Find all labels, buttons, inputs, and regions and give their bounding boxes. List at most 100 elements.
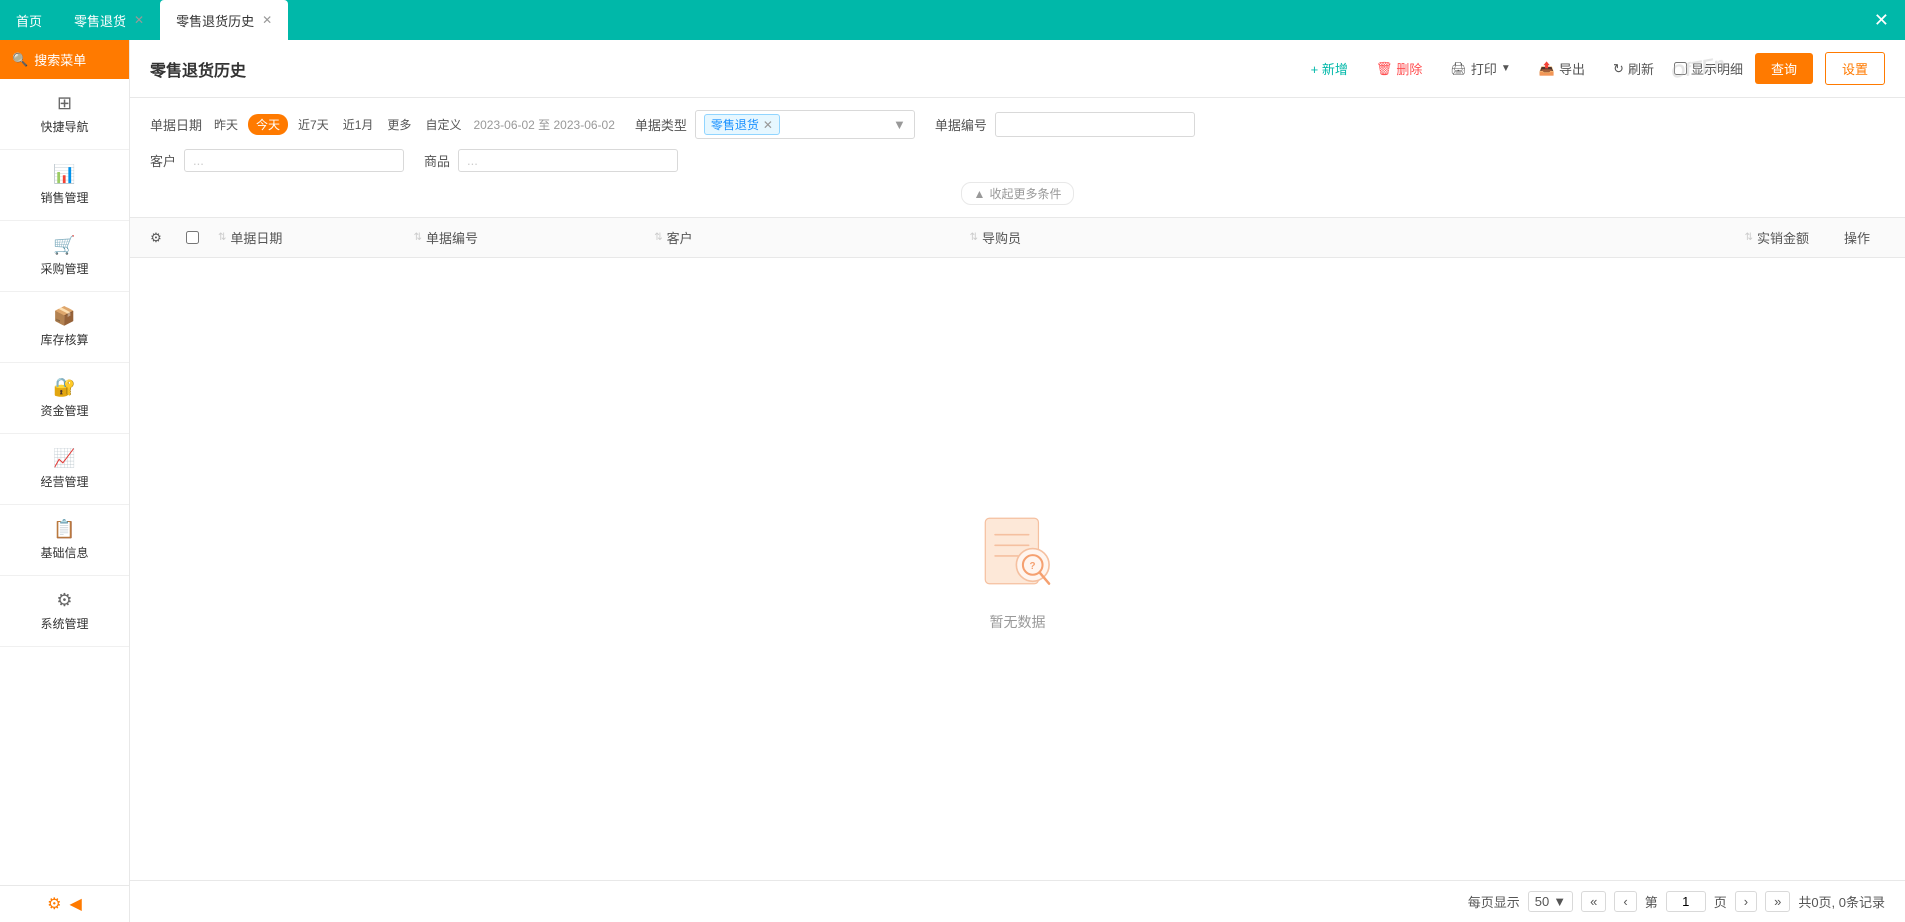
window-close-button[interactable]: ✕: [1858, 10, 1905, 31]
empty-state: ? 暂无数据: [130, 258, 1905, 880]
sidebar-item-quick-nav[interactable]: ⊞ 快捷导航: [0, 79, 129, 150]
type-filter-label: 单据类型: [635, 115, 687, 134]
date-shortcuts: 昨天 今天 近7天 近1月 更多 自定义: [210, 114, 465, 135]
select-all-checkbox[interactable]: [186, 231, 199, 244]
page-number-input[interactable]: [1666, 891, 1706, 912]
last-page-button[interactable]: »: [1765, 891, 1790, 912]
th-date: ⇅ 单据日期: [210, 228, 406, 247]
tab-retail-return-label: 零售退货: [74, 11, 126, 30]
filter-area: 单据日期 昨天 今天 近7天 近1月 更多 自定义 2023-06-02 至 2…: [130, 98, 1905, 218]
filter-goods: 商品 ...: [424, 149, 678, 172]
query-button[interactable]: 查询: [1755, 53, 1813, 84]
print-button[interactable]: 🖨 打印 ▼: [1442, 55, 1518, 82]
tab-home[interactable]: 首页: [0, 0, 58, 40]
sidebar-item-inventory-label: 库存核算: [40, 331, 88, 348]
goods-filter-label: 商品: [424, 151, 450, 170]
sidebar-item-inventory[interactable]: 📦 库存核算: [0, 292, 129, 363]
tab-retail-return-history-close[interactable]: ✕: [262, 13, 272, 27]
page-unit: 页: [1714, 892, 1727, 911]
print-label: 打印: [1471, 59, 1497, 78]
th-action-label: 操作: [1844, 228, 1870, 247]
sidebar-item-operation[interactable]: 📈 经营管理: [0, 434, 129, 505]
sidebar-item-finance[interactable]: 🔐 资金管理: [0, 363, 129, 434]
purchase-icon: 🛒: [53, 235, 75, 256]
goods-select[interactable]: ...: [458, 149, 678, 172]
prev-page-button[interactable]: ‹: [1614, 891, 1636, 912]
th-check[interactable]: [174, 231, 210, 244]
sidebar-item-system[interactable]: ⚙ 系统管理: [0, 576, 129, 647]
settings-button[interactable]: 设置: [1825, 52, 1885, 85]
sidebar-item-purchase[interactable]: 🛒 采购管理: [0, 221, 129, 292]
goods-placeholder: ...: [467, 153, 478, 168]
show-detail-label: 显示明细: [1691, 59, 1743, 78]
filter-number: 单据编号: [935, 112, 1195, 137]
sidebar-item-basic[interactable]: 📋 基础信息: [0, 505, 129, 576]
sidebar-item-basic-label: 基础信息: [40, 544, 88, 561]
tab-home-label: 首页: [16, 11, 42, 30]
page-title: 零售退货历史: [150, 57, 246, 81]
per-page-select[interactable]: 50 ▼: [1528, 891, 1573, 912]
collapse-sidebar-icon[interactable]: ◀: [70, 894, 82, 914]
tab-retail-return-history[interactable]: 零售退货历史 ✕: [160, 0, 288, 40]
pagination-bar: 每页显示 50 ▼ « ‹ 第 页 › » 共0页, 0条记录: [130, 880, 1905, 922]
tab-retail-return-history-label: 零售退货历史: [176, 11, 254, 30]
print-arrow-icon: ▼: [1501, 63, 1511, 74]
th-settings[interactable]: ⚙: [138, 230, 174, 246]
th-guide-sort-icon: ⇅: [970, 232, 978, 243]
customer-select[interactable]: ...: [184, 149, 404, 172]
new-button[interactable]: + 新增: [1303, 55, 1356, 82]
sidebar-bottom: ⚙ ◀: [0, 885, 129, 922]
shortcut-custom[interactable]: 自定义: [421, 114, 465, 135]
shortcut-1month[interactable]: 近1月: [339, 114, 378, 135]
sidebar-search[interactable]: 🔍 搜索菜单: [0, 40, 129, 79]
next-page-button[interactable]: ›: [1735, 891, 1757, 912]
th-number: ⇅ 单据编号: [406, 228, 647, 247]
shortcut-yesterday[interactable]: 昨天: [210, 114, 242, 135]
tab-list: 首页 零售退货 ✕ 零售退货历史 ✕: [0, 0, 1858, 40]
search-icon: 🔍: [12, 52, 28, 68]
shortcut-today[interactable]: 今天: [248, 114, 288, 135]
export-label: 导出: [1559, 59, 1585, 78]
th-guide-label: 导购员: [982, 228, 1021, 247]
settings-bottom-icon[interactable]: ⚙: [47, 894, 61, 914]
customer-filter-label: 客户: [150, 151, 176, 170]
per-page-label: 每页显示: [1468, 892, 1520, 911]
sidebar-item-operation-label: 经营管理: [40, 473, 88, 490]
type-select-arrow: ▼: [893, 117, 906, 132]
sidebar: 🔍 搜索菜单 ⊞ 快捷导航 📊 销售管理 🛒 采购管理 📦 库存核算 🔐 资金管…: [0, 40, 130, 922]
collapse-label: 收起更多条件: [989, 185, 1061, 202]
sidebar-item-finance-label: 资金管理: [40, 402, 88, 419]
sidebar-item-sales[interactable]: 📊 销售管理: [0, 150, 129, 221]
table-header: ⚙ ⇅ 单据日期 ⇅ 单据编号 ⇅ 客户 ⇅ 导购员: [130, 218, 1905, 258]
collapse-icon: ▲: [974, 187, 986, 201]
filter-row-1: 单据日期 昨天 今天 近7天 近1月 更多 自定义 2023-06-02 至 2…: [150, 110, 1885, 139]
main-layout: 🔍 搜索菜单 ⊞ 快捷导航 📊 销售管理 🛒 采购管理 📦 库存核算 🔐 资金管…: [0, 40, 1905, 922]
collapse-button[interactable]: ▲ 收起更多条件: [961, 182, 1075, 205]
th-amount-label: 实销金额: [1757, 228, 1809, 247]
print-icon: 🖨: [1450, 61, 1467, 77]
tab-retail-return-close[interactable]: ✕: [134, 13, 144, 27]
show-detail-checkbox[interactable]: [1674, 62, 1687, 75]
sidebar-search-label: 搜索菜单: [34, 50, 86, 69]
sidebar-item-sales-label: 销售管理: [40, 189, 88, 206]
th-customer: ⇅ 客户: [646, 228, 961, 247]
export-button[interactable]: 📤 导出: [1531, 55, 1593, 82]
th-number-sort-icon: ⇅: [414, 232, 422, 243]
refresh-button[interactable]: ↻ 刷新: [1605, 55, 1662, 82]
number-filter-input[interactable]: [995, 112, 1195, 137]
page-header: 零售退货历史 + 新增 🗑 删除 🖨 打印 ▼ 📤 导出 ↻: [130, 40, 1905, 98]
table-container: ⚙ ⇅ 单据日期 ⇅ 单据编号 ⇅ 客户 ⇅ 导购员: [130, 218, 1905, 880]
shortcut-7days[interactable]: 近7天: [294, 114, 333, 135]
tab-retail-return[interactable]: 零售退货 ✕: [58, 0, 160, 40]
type-tag-close[interactable]: ✕: [763, 118, 773, 132]
sidebar-item-system-label: 系统管理: [40, 615, 88, 632]
type-select[interactable]: 零售退货 ✕ ▼: [695, 110, 915, 139]
shortcut-more[interactable]: 更多: [383, 114, 415, 135]
th-guide: ⇅ 导购员: [962, 228, 1203, 247]
delete-button[interactable]: 🗑 删除: [1368, 55, 1431, 82]
type-tag-label: 零售退货: [711, 116, 759, 133]
first-page-button[interactable]: «: [1581, 891, 1606, 912]
empty-illustration: ?: [968, 506, 1068, 596]
th-customer-label: 客户: [667, 228, 693, 247]
delete-icon: 🗑: [1376, 61, 1393, 77]
